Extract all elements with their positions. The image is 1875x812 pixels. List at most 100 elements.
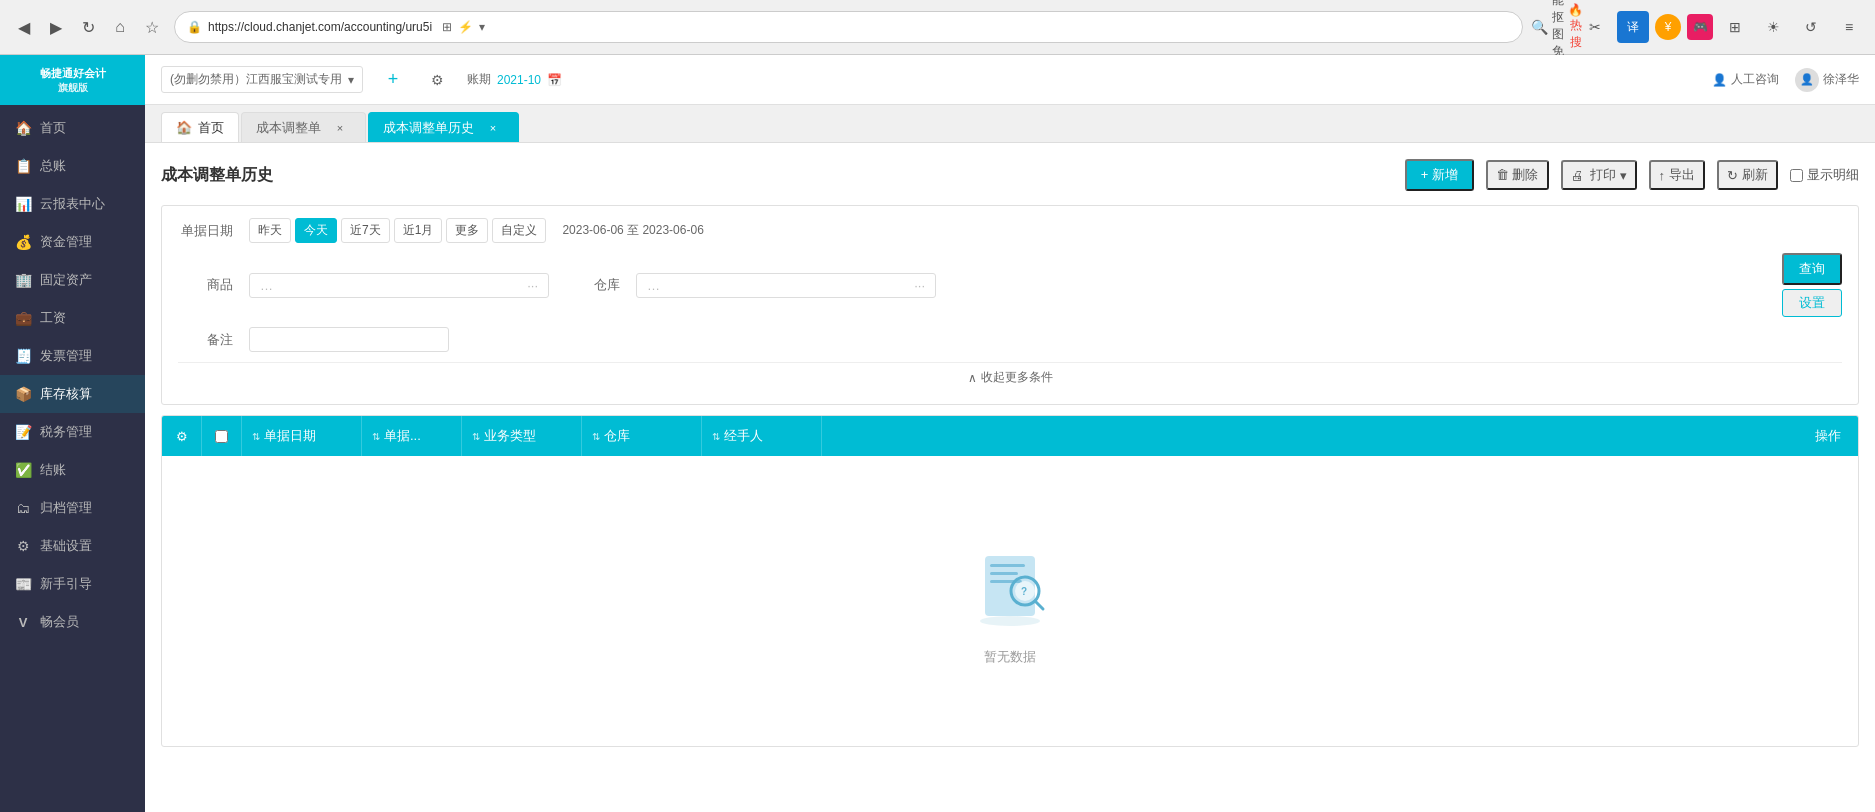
- sidebar-item-funds[interactable]: 💰 资金管理: [0, 223, 145, 261]
- logo-text: 畅捷通好会计 旗舰版: [40, 66, 106, 93]
- main-content: (勿删勿禁用）江西服宝测试专用 ▾ + ⚙ 账期 2021-10 📅 👤 人工咨…: [145, 55, 1875, 812]
- date-more-button[interactable]: 更多: [446, 218, 488, 243]
- sidebar-item-label: 云报表中心: [40, 195, 105, 213]
- funds-icon: 💰: [14, 234, 32, 250]
- scissors-button[interactable]: ✂: [1579, 11, 1611, 43]
- goods-dropdown[interactable]: … ···: [249, 273, 549, 298]
- company-settings-button[interactable]: ⚙: [423, 66, 451, 94]
- company-dropdown-icon: ▾: [348, 73, 354, 87]
- user-avatar: 👤: [1795, 68, 1819, 92]
- undo-button[interactable]: ↺: [1795, 11, 1827, 43]
- sidebar-item-closeout[interactable]: ✅ 结账: [0, 451, 145, 489]
- sidebar-item-ledger[interactable]: 📋 总账: [0, 147, 145, 185]
- date-1month-button[interactable]: 近1月: [394, 218, 443, 243]
- tab-cost-adjustment[interactable]: 成本调整单 ×: [241, 112, 366, 142]
- sidebar-item-inventory[interactable]: 📦 库存核算: [0, 375, 145, 413]
- collapse-bar[interactable]: ∧ 收起更多条件: [178, 362, 1842, 392]
- user-info[interactable]: 👤 徐泽华: [1795, 68, 1859, 92]
- sidebar-item-label: 首页: [40, 119, 66, 137]
- currency-button[interactable]: ¥: [1655, 14, 1681, 40]
- export-button[interactable]: ↑ 导出: [1649, 160, 1706, 190]
- tab-close-active-button[interactable]: ×: [482, 117, 504, 139]
- th-biztype[interactable]: ⇅ 业务类型: [462, 416, 582, 456]
- filter-row-date: 单据日期 昨天 今天 近7天 近1月 更多 自定义 2023-06-06 至 2…: [178, 218, 1842, 243]
- tab-label: 成本调整单历史: [383, 119, 474, 137]
- lightning-icon: ⚡: [458, 20, 473, 34]
- search-360-button[interactable]: 🔍 360智能抠图免费用 🔥热搜: [1541, 11, 1573, 43]
- delete-button[interactable]: 🗑 删除: [1486, 160, 1549, 190]
- app-wrapper: 畅捷通好会计 旗舰版 🏠 首页 📋 总账 📊 云报表中心 💰 资金管理: [0, 55, 1875, 812]
- sidebar-item-label: 畅会员: [40, 613, 79, 631]
- date-yesterday-button[interactable]: 昨天: [249, 218, 291, 243]
- sidebar-item-payroll[interactable]: 💼 工资: [0, 299, 145, 337]
- browser-right: 🔍 360智能抠图免费用 🔥热搜 ✂ 译 ¥ 🎮 ⊞ ☀ ↺ ≡: [1541, 11, 1865, 43]
- calendar-icon[interactable]: 📅: [547, 73, 562, 87]
- show-detail-checkbox-wrapper[interactable]: 显示明细: [1790, 166, 1859, 184]
- translate-button[interactable]: 译: [1617, 11, 1649, 43]
- settings-column-icon: ⚙: [176, 429, 188, 444]
- sidebar-item-label: 基础设置: [40, 537, 92, 555]
- sidebar-item-tax[interactable]: 📝 税务管理: [0, 413, 145, 451]
- sort-icon: ⇅: [372, 431, 380, 442]
- print-label: 打印: [1590, 166, 1616, 184]
- back-button[interactable]: ◀: [10, 13, 38, 41]
- sidebar-item-invoice[interactable]: 🧾 发票管理: [0, 337, 145, 375]
- sidebar-item-archive[interactable]: 🗂 归档管理: [0, 489, 145, 527]
- invoice-icon: 🧾: [14, 348, 32, 364]
- date-7days-button[interactable]: 近7天: [341, 218, 390, 243]
- th-handler[interactable]: ⇅ 经手人: [702, 416, 822, 456]
- company-name: (勿删勿禁用）江西服宝测试专用: [170, 71, 342, 88]
- collapse-up-icon: ∧: [968, 371, 977, 385]
- th-checkbox[interactable]: [202, 416, 242, 456]
- svg-text:?: ?: [1021, 586, 1027, 597]
- print-button[interactable]: 🖨 打印 ▾: [1561, 160, 1637, 190]
- settings-filter-button[interactable]: 设置: [1782, 289, 1842, 317]
- date-today-button[interactable]: 今天: [295, 218, 337, 243]
- brightness-button[interactable]: ☀: [1757, 11, 1789, 43]
- show-detail-checkbox[interactable]: [1790, 169, 1803, 182]
- filter-row-goods-warehouse: 商品 … ··· 仓库 … ··· 查询 设置: [178, 253, 1842, 317]
- sidebar-item-label: 发票管理: [40, 347, 92, 365]
- export-label: 导出: [1669, 166, 1695, 184]
- refresh-button[interactable]: ↻ 刷新: [1717, 160, 1778, 190]
- tab-home[interactable]: 🏠 首页: [161, 112, 239, 142]
- svg-point-0: [980, 616, 1040, 626]
- game-button[interactable]: 🎮: [1687, 14, 1713, 40]
- reports-icon: 📊: [14, 196, 32, 212]
- sidebar-item-guide[interactable]: 📰 新手引导: [0, 565, 145, 603]
- address-bar[interactable]: 🔒 https://cloud.chanjet.com/accounting/u…: [174, 11, 1523, 43]
- date-custom-button[interactable]: 自定义: [492, 218, 546, 243]
- sidebar-item-settings[interactable]: ⚙ 基础设置: [0, 527, 145, 565]
- sort-icon: ⇅: [472, 431, 480, 442]
- th-number[interactable]: ⇅ 单据...: [362, 416, 462, 456]
- th-date[interactable]: ⇅ 单据日期: [242, 416, 362, 456]
- sidebar-item-reports[interactable]: 📊 云报表中心: [0, 185, 145, 223]
- menu-button[interactable]: ≡: [1833, 11, 1865, 43]
- query-button[interactable]: 查询: [1782, 253, 1842, 285]
- forward-button[interactable]: ▶: [42, 13, 70, 41]
- print-dropdown-icon: ▾: [1620, 168, 1627, 183]
- new-button[interactable]: + 新增: [1405, 159, 1474, 191]
- company-selector[interactable]: (勿删勿禁用）江西服宝测试专用 ▾: [161, 66, 363, 93]
- th-settings[interactable]: ⚙: [162, 416, 202, 456]
- tab-close-button[interactable]: ×: [329, 117, 351, 139]
- remark-input[interactable]: [249, 327, 449, 352]
- select-all-checkbox[interactable]: [215, 430, 228, 443]
- refresh-button[interactable]: ↻: [74, 13, 102, 41]
- grid-view-button[interactable]: ⊞: [1719, 11, 1751, 43]
- consult-button[interactable]: 👤 人工咨询: [1712, 71, 1779, 88]
- warehouse-dropdown[interactable]: … ···: [636, 273, 936, 298]
- sidebar-item-label: 库存核算: [40, 385, 92, 403]
- browser-chrome: ◀ ▶ ↻ ⌂ ☆ 🔒 https://cloud.chanjet.com/ac…: [0, 0, 1875, 55]
- star-button[interactable]: ☆: [138, 13, 166, 41]
- tab-cost-adjustment-history[interactable]: 成本调整单历史 ×: [368, 112, 519, 142]
- add-company-button[interactable]: +: [379, 66, 407, 94]
- home-button[interactable]: ⌂: [106, 13, 134, 41]
- sidebar-item-assets[interactable]: 🏢 固定资产: [0, 261, 145, 299]
- th-warehouse[interactable]: ⇅ 仓库: [582, 416, 702, 456]
- sidebar-item-home[interactable]: 🏠 首页: [0, 109, 145, 147]
- period-info: 账期 2021-10 📅: [467, 71, 562, 88]
- page-area: 成本调整单历史 + 新增 🗑 删除 🖨 打印 ▾ ↑ 导出 ↻: [145, 143, 1875, 812]
- sidebar-item-vip[interactable]: V 畅会员: [0, 603, 145, 641]
- sort-icon: ⇅: [712, 431, 720, 442]
